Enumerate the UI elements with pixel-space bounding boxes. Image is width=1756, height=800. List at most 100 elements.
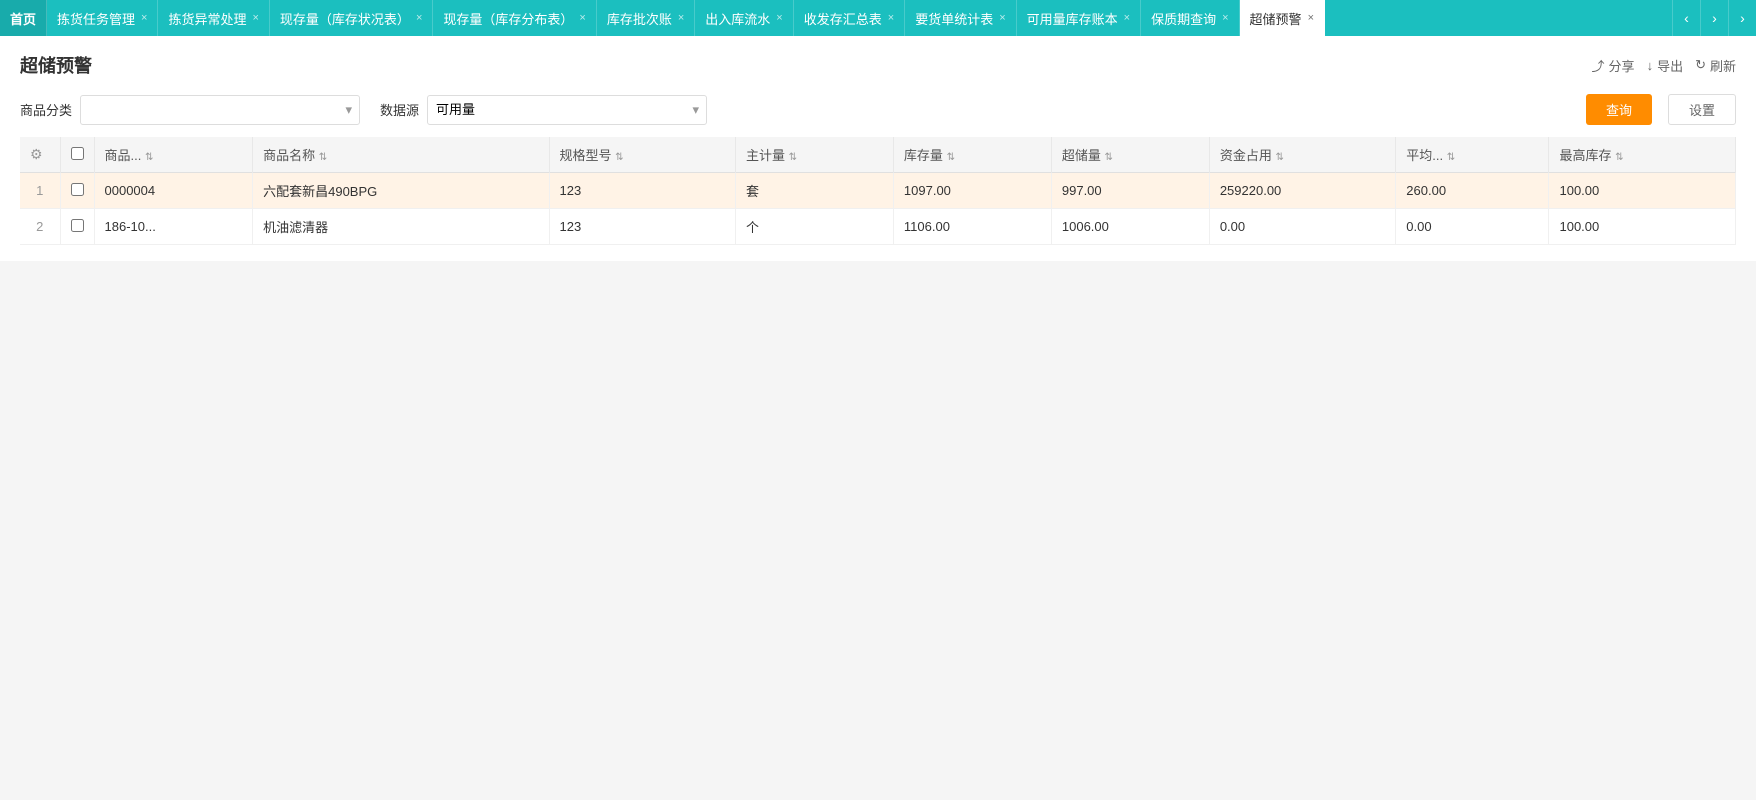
col-label-capital: 资金占用: [1220, 148, 1272, 163]
sort-icon-product-name: ⇅: [319, 152, 327, 163]
cell-product-code-0: 0000004: [94, 173, 253, 209]
page-title: 超储预警: [20, 52, 92, 78]
nav-item-4[interactable]: 库存批次账 ×: [597, 0, 695, 36]
category-select[interactable]: [80, 95, 360, 125]
nav-item-label-7: 要货单统计表: [915, 9, 993, 28]
nav-item-label-8: 可用量库存账本: [1027, 9, 1118, 28]
nav-arrows: ‹ › ›: [1672, 0, 1756, 36]
cell-product-name-1: 机油滤清器: [253, 209, 549, 245]
page-content: 超储预警 ⤴ 分享 ↓ 导出 ↻ 刷新 商品分类 ▾: [0, 36, 1756, 261]
nav-item-3[interactable]: 现存量（库存分布表） ×: [433, 0, 596, 36]
col-header-gear[interactable]: ⚙: [20, 137, 60, 173]
nav-item-10[interactable]: 超储预警 ×: [1240, 0, 1325, 36]
export-button[interactable]: ↓ 导出: [1647, 56, 1684, 75]
col-header-unit[interactable]: 主计量 ⇅: [735, 137, 893, 173]
nav-close-0[interactable]: ×: [141, 12, 147, 24]
nav-home[interactable]: 首页: [0, 0, 47, 36]
category-select-wrapper: ▾: [80, 95, 360, 125]
cell-unit-0: 套: [735, 173, 893, 209]
sort-icon-max-stock: ⇅: [1615, 152, 1623, 163]
nav-arrow-left[interactable]: ‹: [1672, 0, 1700, 36]
cell-max-stock-0: 100.00: [1549, 173, 1736, 209]
datasource-select[interactable]: 可用量: [427, 95, 707, 125]
sort-icon-unit: ⇅: [789, 152, 797, 163]
gear-icon[interactable]: ⚙: [30, 146, 43, 162]
col-header-spec[interactable]: 规格型号 ⇅: [549, 137, 735, 173]
col-header-capital[interactable]: 资金占用 ⇅: [1209, 137, 1395, 173]
nav-close-8[interactable]: ×: [1124, 12, 1130, 24]
cell-spec-0: 123: [549, 173, 735, 209]
nav-close-7[interactable]: ×: [999, 12, 1005, 24]
col-header-max-stock[interactable]: 最高库存 ⇅: [1549, 137, 1736, 173]
nav-item-1[interactable]: 拣货异常处理 ×: [158, 0, 269, 36]
nav-item-label-9: 保质期查询: [1151, 9, 1216, 28]
share-button[interactable]: ⤴ 分享: [1592, 56, 1635, 75]
header-actions: ⤴ 分享 ↓ 导出 ↻ 刷新: [1592, 56, 1736, 75]
settings-button[interactable]: 设置: [1668, 94, 1736, 125]
nav-item-label-2: 现存量（库存状况表）: [280, 9, 410, 28]
select-all-checkbox[interactable]: [71, 147, 84, 160]
cell-row-num-1: 2: [20, 209, 60, 245]
nav-close-10[interactable]: ×: [1308, 12, 1314, 24]
export-icon: ↓: [1647, 58, 1654, 73]
datasource-label: 数据源: [380, 100, 419, 119]
nav-item-label-3: 现存量（库存分布表）: [443, 9, 573, 28]
nav-arrow-expand[interactable]: ›: [1728, 0, 1756, 36]
sort-icon-spec: ⇅: [615, 152, 623, 163]
col-label-spec: 规格型号: [560, 148, 612, 163]
cell-product-code-1: 186-10...: [94, 209, 253, 245]
cell-avg-0: 260.00: [1396, 173, 1549, 209]
col-header-stock[interactable]: 库存量 ⇅: [893, 137, 1051, 173]
nav-item-2[interactable]: 现存量（库存状况表） ×: [270, 0, 433, 36]
nav-close-5[interactable]: ×: [776, 12, 782, 24]
col-label-overflow: 超储量: [1062, 148, 1101, 163]
nav-close-2[interactable]: ×: [416, 12, 422, 24]
col-label-avg: 平均...: [1406, 148, 1443, 163]
col-header-avg[interactable]: 平均... ⇅: [1396, 137, 1549, 173]
nav-close-9[interactable]: ×: [1222, 12, 1228, 24]
col-label-product-code: 商品...: [105, 148, 142, 163]
query-button[interactable]: 查询: [1586, 94, 1652, 125]
nav-item-7[interactable]: 要货单统计表 ×: [905, 0, 1016, 36]
nav-close-3[interactable]: ×: [579, 12, 585, 24]
nav-item-9[interactable]: 保质期查询 ×: [1141, 0, 1239, 36]
nav-item-label-10: 超储预警: [1250, 9, 1302, 28]
cell-capital-1: 0.00: [1209, 209, 1395, 245]
nav-item-5[interactable]: 出入库流水 ×: [695, 0, 793, 36]
nav-item-8[interactable]: 可用量库存账本 ×: [1017, 0, 1141, 36]
sort-icon-stock: ⇅: [947, 152, 955, 163]
share-label: 分享: [1609, 56, 1635, 75]
share-icon: ⤴: [1592, 56, 1605, 75]
filter-category: 商品分类 ▾: [20, 95, 360, 125]
cell-row-num-0: 1: [20, 173, 60, 209]
refresh-button[interactable]: ↻ 刷新: [1695, 56, 1736, 75]
nav-close-1[interactable]: ×: [252, 12, 258, 24]
table-row: 2 186-10... 机油滤清器 123 个 1106.00 1006.00 …: [20, 209, 1736, 245]
cell-unit-1: 个: [735, 209, 893, 245]
cell-checkbox-1[interactable]: [60, 209, 94, 245]
cell-checkbox-0[interactable]: [60, 173, 94, 209]
col-header-product-code[interactable]: 商品... ⇅: [94, 137, 253, 173]
filter-row: 商品分类 ▾ 数据源 可用量 ▾ 查询 设置: [20, 94, 1736, 125]
nav-item-label-6: 收发存汇总表: [804, 9, 882, 28]
page-header: 超储预警 ⤴ 分享 ↓ 导出 ↻ 刷新: [20, 52, 1736, 78]
filter-datasource: 数据源 可用量 ▾: [380, 95, 707, 125]
cell-spec-1: 123: [549, 209, 735, 245]
col-header-checkbox[interactable]: [60, 137, 94, 173]
nav-item-label-0: 拣货任务管理: [57, 9, 135, 28]
cell-product-name-0: 六配套新昌490BPG: [253, 173, 549, 209]
nav-item-6[interactable]: 收发存汇总表 ×: [794, 0, 905, 36]
col-header-product-name[interactable]: 商品名称 ⇅: [253, 137, 549, 173]
row-checkbox-1[interactable]: [71, 219, 84, 232]
cell-avg-1: 0.00: [1396, 209, 1549, 245]
nav-close-6[interactable]: ×: [888, 12, 894, 24]
nav-arrow-right[interactable]: ›: [1700, 0, 1728, 36]
col-label-max-stock: 最高库存: [1559, 148, 1611, 163]
nav-close-4[interactable]: ×: [678, 12, 684, 24]
refresh-label: 刷新: [1710, 56, 1736, 75]
col-header-overflow[interactable]: 超储量 ⇅: [1051, 137, 1209, 173]
row-checkbox-0[interactable]: [71, 183, 84, 196]
nav-item-0[interactable]: 拣货任务管理 ×: [47, 0, 158, 36]
cell-overflow-1: 1006.00: [1051, 209, 1209, 245]
sort-icon-overflow: ⇅: [1105, 152, 1113, 163]
